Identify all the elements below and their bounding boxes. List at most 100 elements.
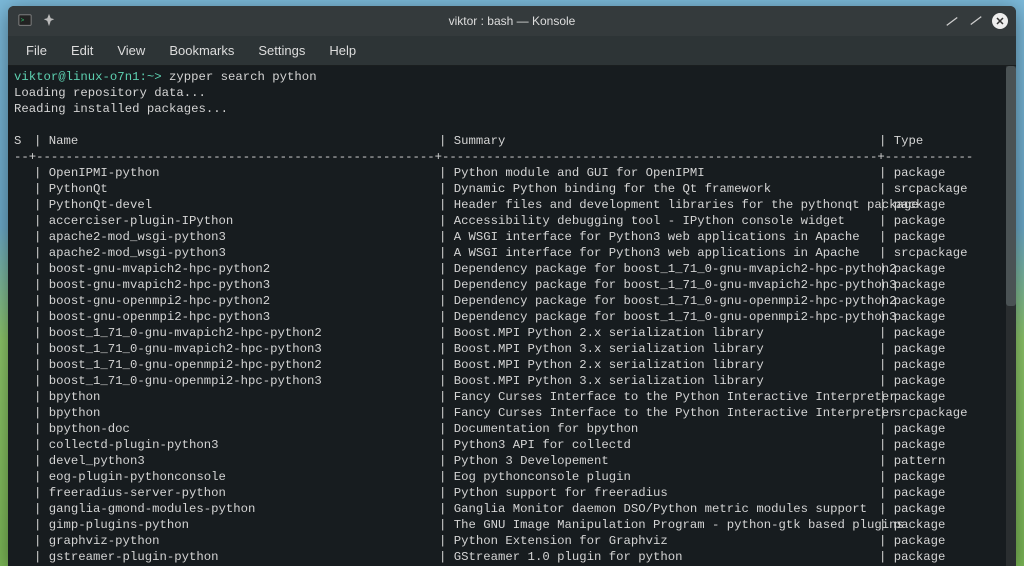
table-row: collectd-plugin-python3Python3 API for c… xyxy=(14,437,1010,453)
cell-type: package xyxy=(879,165,1010,181)
cell-status xyxy=(14,533,34,549)
cell-status xyxy=(14,277,34,293)
cell-type: pattern xyxy=(879,453,1010,469)
cell-name: freeradius-server-python xyxy=(34,485,439,501)
cell-type: srcpackage xyxy=(879,405,1010,421)
minimize-button[interactable] xyxy=(944,13,960,29)
cell-type: package xyxy=(879,309,1010,325)
cell-status xyxy=(14,213,34,229)
app-icon: > xyxy=(18,13,32,30)
maximize-button[interactable] xyxy=(968,13,984,29)
cell-summary: Python 3 Developement xyxy=(439,453,879,469)
cell-type: package xyxy=(879,357,1010,373)
cell-status xyxy=(14,197,34,213)
table-row: boost_1_71_0-gnu-openmpi2-hpc-python3Boo… xyxy=(14,373,1010,389)
cell-name: eog-plugin-pythonconsole xyxy=(34,469,439,485)
menu-file[interactable]: File xyxy=(26,43,47,58)
cell-status xyxy=(14,293,34,309)
svg-text:>: > xyxy=(21,16,25,23)
cell-type: package xyxy=(879,517,1010,533)
cell-summary: Eog pythonconsole plugin xyxy=(439,469,879,485)
cell-type: package xyxy=(879,293,1010,309)
cell-status xyxy=(14,549,34,565)
cell-status xyxy=(14,485,34,501)
cell-type: package xyxy=(879,197,1010,213)
loading-line-1: Loading repository data... xyxy=(14,86,206,100)
cell-type: package xyxy=(879,213,1010,229)
menu-help[interactable]: Help xyxy=(329,43,356,58)
menu-bookmarks[interactable]: Bookmarks xyxy=(169,43,234,58)
cell-summary: Python3 API for collectd xyxy=(439,437,879,453)
table-divider: --+-------------------------------------… xyxy=(14,149,1010,165)
cell-name: accerciser-plugin-IPython xyxy=(34,213,439,229)
menu-settings[interactable]: Settings xyxy=(258,43,305,58)
cell-status xyxy=(14,165,34,181)
cell-type: package xyxy=(879,373,1010,389)
pin-icon[interactable] xyxy=(42,13,56,30)
close-button[interactable]: ✕ xyxy=(992,13,1008,29)
cell-summary: The GNU Image Manipulation Program - pyt… xyxy=(439,517,879,533)
cell-status xyxy=(14,341,34,357)
cell-name: gstreamer-plugin-python xyxy=(34,549,439,565)
cell-summary: Dependency package for boost_1_71_0-gnu-… xyxy=(439,277,879,293)
cell-summary: Dependency package for boost_1_71_0-gnu-… xyxy=(439,309,879,325)
cell-status xyxy=(14,261,34,277)
cell-name: boost-gnu-mvapich2-hpc-python2 xyxy=(34,261,439,277)
table-row: apache2-mod_wsgi-python3A WSGI interface… xyxy=(14,229,1010,245)
table-row: accerciser-plugin-IPythonAccessibility d… xyxy=(14,213,1010,229)
cell-status xyxy=(14,325,34,341)
cell-name: boost-gnu-mvapich2-hpc-python3 xyxy=(34,277,439,293)
table-row: graphviz-pythonPython Extension for Grap… xyxy=(14,533,1010,549)
cell-status xyxy=(14,453,34,469)
cell-type: package xyxy=(879,341,1010,357)
cell-status xyxy=(14,421,34,437)
cell-type: package xyxy=(879,277,1010,293)
cell-summary: Fancy Curses Interface to the Python Int… xyxy=(439,405,879,421)
table-row: apache2-mod_wsgi-python3A WSGI interface… xyxy=(14,245,1010,261)
table-row: PythonQtDynamic Python binding for the Q… xyxy=(14,181,1010,197)
cell-summary: A WSGI interface for Python3 web applica… xyxy=(439,245,879,261)
cell-name: bpython xyxy=(34,389,439,405)
header-s: S xyxy=(14,133,34,149)
cell-name: graphviz-python xyxy=(34,533,439,549)
cell-summary: Header files and development libraries f… xyxy=(439,197,879,213)
menu-edit[interactable]: Edit xyxy=(71,43,93,58)
header-summary: Summary xyxy=(439,133,879,149)
cell-type: package xyxy=(879,469,1010,485)
table-row: boost_1_71_0-gnu-mvapich2-hpc-python2Boo… xyxy=(14,325,1010,341)
table-header: SNameSummaryType xyxy=(14,133,1010,149)
cell-summary: Dependency package for boost_1_71_0-gnu-… xyxy=(439,261,879,277)
cell-summary: Dependency package for boost_1_71_0-gnu-… xyxy=(439,293,879,309)
table-row: boost-gnu-mvapich2-hpc-python3Dependency… xyxy=(14,277,1010,293)
cell-status xyxy=(14,517,34,533)
cell-summary: Accessibility debugging tool - IPython c… xyxy=(439,213,879,229)
table-row: OpenIPMI-pythonPython module and GUI for… xyxy=(14,165,1010,181)
menubar: File Edit View Bookmarks Settings Help xyxy=(8,36,1016,66)
cell-name: boost_1_71_0-gnu-openmpi2-hpc-python2 xyxy=(34,357,439,373)
scrollbar-thumb[interactable] xyxy=(1006,66,1016,306)
table-row: boost_1_71_0-gnu-openmpi2-hpc-python2Boo… xyxy=(14,357,1010,373)
menu-view[interactable]: View xyxy=(117,43,145,58)
scrollbar[interactable] xyxy=(1006,66,1016,566)
table-row: eog-plugin-pythonconsoleEog pythonconsol… xyxy=(14,469,1010,485)
cell-type: package xyxy=(879,549,1010,565)
cell-name: devel_python3 xyxy=(34,453,439,469)
prompt-suffix: > xyxy=(154,70,169,84)
table-row: PythonQt-develHeader files and developme… xyxy=(14,197,1010,213)
terminal-output[interactable]: viktor@linux-o7n1:~> zypper search pytho… xyxy=(8,66,1016,566)
cell-type: package xyxy=(879,389,1010,405)
cell-summary: Ganglia Monitor daemon DSO/Python metric… xyxy=(439,501,879,517)
cell-name: bpython xyxy=(34,405,439,421)
cell-name: OpenIPMI-python xyxy=(34,165,439,181)
cell-status xyxy=(14,309,34,325)
titlebar[interactable]: > viktor : bash — Konsole ✕ xyxy=(8,6,1016,36)
loading-line-2: Reading installed packages... xyxy=(14,102,228,116)
cell-name: PythonQt-devel xyxy=(34,197,439,213)
cell-type: package xyxy=(879,325,1010,341)
header-type: Type xyxy=(879,133,1010,149)
table-row: bpython-docDocumentation for bpythonpack… xyxy=(14,421,1010,437)
cell-name: boost-gnu-openmpi2-hpc-python3 xyxy=(34,309,439,325)
cell-name: ganglia-gmond-modules-python xyxy=(34,501,439,517)
cell-name: PythonQt xyxy=(34,181,439,197)
cell-type: package xyxy=(879,229,1010,245)
